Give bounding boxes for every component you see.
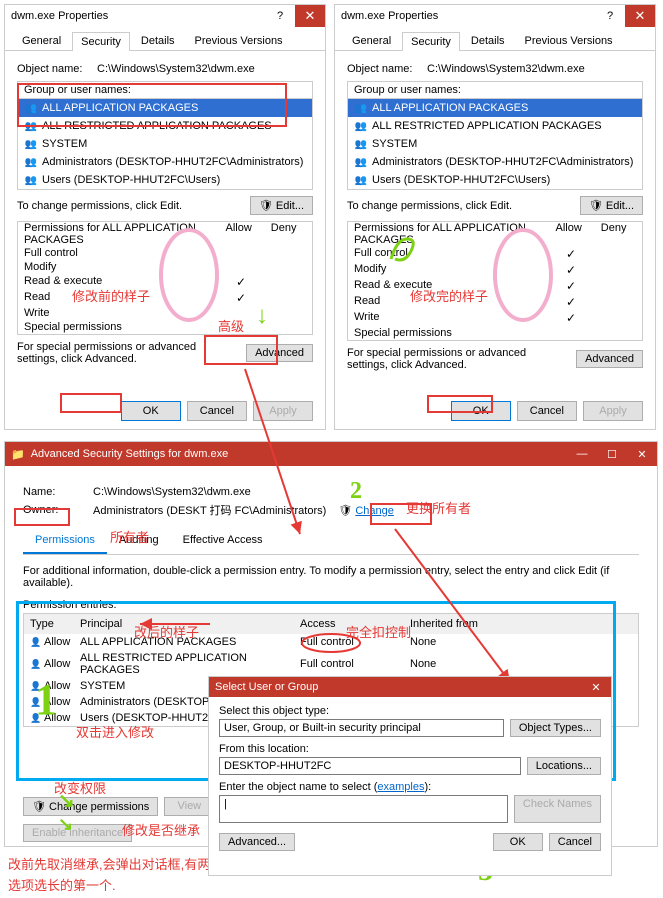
- tab-general[interactable]: General: [13, 31, 70, 50]
- advanced-button[interactable]: Advanced: [246, 344, 313, 362]
- name-label: Name:: [23, 486, 93, 498]
- close-button[interactable]: ✕: [295, 5, 325, 27]
- location-field: DESKTOP-HHUT2FC: [219, 757, 521, 775]
- check-names-button[interactable]: Check Names: [514, 795, 601, 823]
- view-button[interactable]: View: [164, 797, 214, 816]
- group-icon: 👥: [24, 137, 38, 151]
- advanced-button[interactable]: Advanced...: [219, 833, 295, 851]
- name-value: C:\Windows\System32\dwm.exe: [93, 486, 251, 498]
- ann-footer2: 选项选长的第一个.: [8, 875, 116, 894]
- group-icon: 👥: [24, 173, 38, 187]
- min-button[interactable]: —: [567, 442, 597, 466]
- ok-button[interactable]: OK: [121, 401, 181, 421]
- owner-value: Administrators (DESKT 打码 FC\Administrato…: [93, 502, 326, 518]
- close-button[interactable]: ✕: [625, 5, 655, 27]
- folder-icon: 📁: [11, 448, 25, 461]
- close-button[interactable]: ✕: [627, 442, 657, 466]
- enter-name-label: Enter the object name to select: [219, 781, 371, 793]
- info-text: For additional information, double-click…: [23, 565, 639, 589]
- group-label: Group or user names:: [18, 82, 312, 98]
- tab-security[interactable]: Security: [72, 32, 130, 51]
- tab-details[interactable]: Details: [132, 31, 184, 50]
- title: dwm.exe Properties: [341, 10, 438, 22]
- max-button[interactable]: ☐: [597, 442, 627, 466]
- ann-footer1: 改前先取消继承,会弹出对话框,有两个: [8, 854, 223, 873]
- title: dwm.exe Properties: [11, 10, 108, 22]
- user-list[interactable]: 👥ALL APPLICATION PACKAGES 👥ALL RESTRICTE…: [18, 98, 312, 189]
- cancel-button[interactable]: Cancel: [187, 401, 247, 421]
- sel-type-label: Select this object type:: [219, 705, 601, 717]
- user-item[interactable]: 👥Users (DESKTOP-HHUT2FC\Users): [18, 171, 312, 189]
- examples-link[interactable]: examples: [377, 781, 424, 793]
- cancel-button[interactable]: Cancel: [549, 833, 601, 851]
- tab-permissions[interactable]: Permissions: [23, 528, 107, 554]
- ok-button[interactable]: OK: [493, 833, 543, 851]
- from-loc-label: From this location:: [219, 743, 601, 755]
- tab-previous-versions[interactable]: Previous Versions: [186, 31, 292, 50]
- pe-label: Permission entries:: [23, 599, 639, 611]
- owner-label: Owner:: [23, 504, 93, 516]
- enable-inheritance-button[interactable]: Enable inheritance: [23, 824, 132, 842]
- perm-entry-row[interactable]: 👤AllowALL RESTRICTED APPLICATION PACKAGE…: [24, 650, 638, 678]
- object-name-input[interactable]: |: [219, 795, 508, 823]
- perm-for-label: Permissions for ALL APPLICATION PACKAGES: [24, 222, 216, 246]
- user-item[interactable]: 👥ALL RESTRICTED APPLICATION PACKAGES: [18, 117, 312, 135]
- user-item-allapp[interactable]: 👥ALL APPLICATION PACKAGES: [18, 99, 312, 117]
- tab-effective-access[interactable]: Effective Access: [171, 528, 275, 554]
- special-perm-text: For special permissions or advanced sett…: [17, 341, 207, 365]
- object-type-field: User, Group, or Built-in security princi…: [219, 719, 504, 737]
- edit-button[interactable]: 🛡 Edit...: [580, 196, 643, 215]
- help-button[interactable]: ?: [595, 5, 625, 27]
- perm-entry-row[interactable]: 👤AllowALL APPLICATION PACKAGESFull contr…: [24, 634, 638, 650]
- change-perm-button[interactable]: 🛡 Change permissions: [23, 797, 158, 816]
- change-link[interactable]: Change: [355, 505, 394, 517]
- group-icon: 👥: [24, 101, 38, 115]
- change-perm-text: To change permissions, click Edit.: [17, 200, 182, 212]
- object-name-label: Object name:: [17, 63, 97, 75]
- adv-title: Advanced Security Settings for dwm.exe: [31, 448, 228, 460]
- apply-button[interactable]: Apply: [253, 401, 313, 421]
- close-button[interactable]: ✕: [581, 677, 611, 697]
- group-icon: 👥: [24, 155, 38, 169]
- edit-button[interactable]: 🛡 Edit...: [250, 196, 313, 215]
- object-name: C:\Windows\System32\dwm.exe: [97, 63, 255, 75]
- perm-table: Full control Modify Read & execute✓ Read…: [18, 246, 312, 334]
- locations-button[interactable]: Locations...: [527, 757, 601, 775]
- advanced-button[interactable]: Advanced: [576, 350, 643, 368]
- help-button[interactable]: ?: [265, 5, 295, 27]
- user-item[interactable]: 👥SYSTEM: [18, 135, 312, 153]
- group-icon: 👥: [24, 119, 38, 133]
- shield-icon: 🛡: [338, 505, 352, 517]
- selusr-title: Select User or Group: [215, 681, 318, 693]
- tabs: General Security Details Previous Versio…: [5, 27, 325, 51]
- user-item[interactable]: 👥Administrators (DESKTOP-HHUT2FC\Adminis…: [18, 153, 312, 171]
- object-types-button[interactable]: Object Types...: [510, 719, 601, 737]
- tab-auditing[interactable]: Auditing: [107, 528, 171, 554]
